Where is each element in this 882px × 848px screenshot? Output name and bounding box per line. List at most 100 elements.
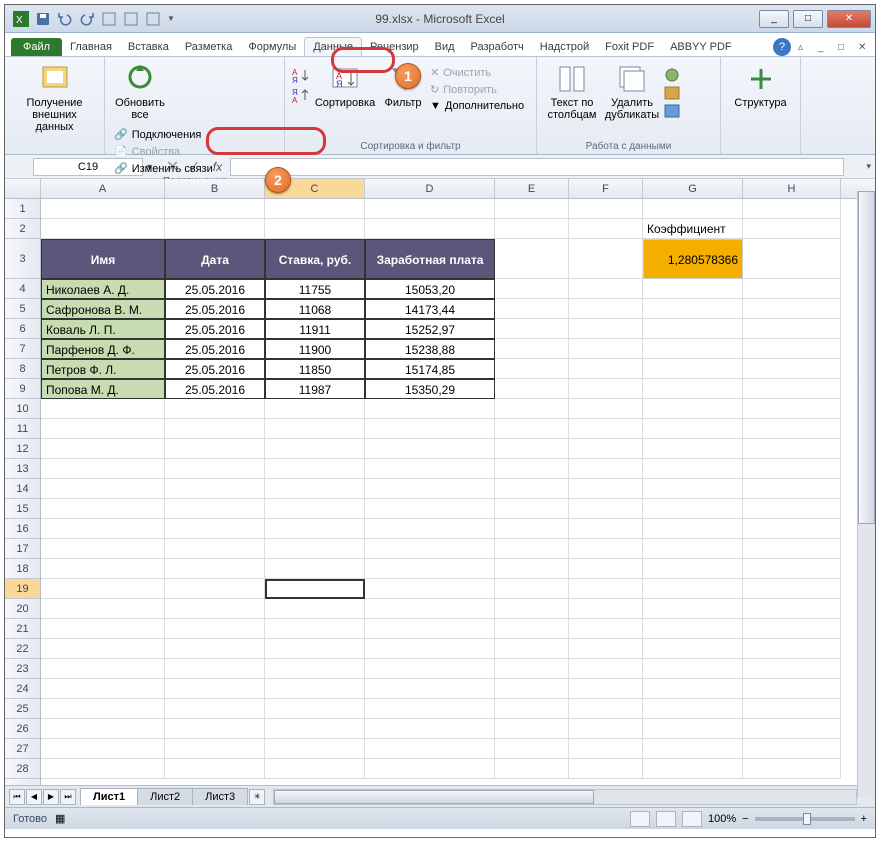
- tab-view[interactable]: Вид: [427, 38, 463, 56]
- tab-review[interactable]: Рецензир: [362, 38, 427, 56]
- row-header-10[interactable]: 10: [5, 399, 40, 419]
- row-header-24[interactable]: 24: [5, 679, 40, 699]
- cells-area[interactable]: Коэффициент1,280578366ИмяДатаСтавка, руб…: [41, 199, 875, 785]
- zoom-knob[interactable]: [803, 813, 811, 825]
- sheet-prev-icon[interactable]: ◀: [26, 789, 42, 805]
- row-header-28[interactable]: 28: [5, 759, 40, 779]
- row-header-2[interactable]: 2: [5, 219, 40, 239]
- sort-button[interactable]: АЯ Сортировка: [311, 61, 379, 111]
- help-icon[interactable]: ?: [773, 38, 791, 56]
- table-cell-8-2[interactable]: 11850: [265, 359, 365, 379]
- table-cell-7-1[interactable]: 25.05.2016: [165, 339, 265, 359]
- row-header-17[interactable]: 17: [5, 539, 40, 559]
- row-header-19[interactable]: 19: [5, 579, 40, 599]
- save-icon[interactable]: [35, 11, 51, 27]
- row-header-6[interactable]: 6: [5, 319, 40, 339]
- row-header-9[interactable]: 9: [5, 379, 40, 399]
- row-header-1[interactable]: 1: [5, 199, 40, 219]
- table-cell-5-3[interactable]: 14173,44: [365, 299, 495, 319]
- row-header-15[interactable]: 15: [5, 499, 40, 519]
- table-header-2[interactable]: Ставка, руб.: [265, 239, 365, 279]
- workbook-restore-icon[interactable]: □: [838, 42, 852, 56]
- select-all-corner[interactable]: [5, 179, 41, 198]
- table-cell-6-1[interactable]: 25.05.2016: [165, 319, 265, 339]
- table-cell-7-0[interactable]: Парфенов Д. Ф.: [41, 339, 165, 359]
- sheet-first-icon[interactable]: ⏮: [9, 789, 25, 805]
- sheet-tab-1[interactable]: Лист1: [80, 788, 138, 805]
- row-header-5[interactable]: 5: [5, 299, 40, 319]
- vscroll-thumb[interactable]: [858, 191, 875, 524]
- sheet-last-icon[interactable]: ⏭: [60, 789, 76, 805]
- col-header-A[interactable]: A: [41, 179, 165, 198]
- coef-label-cell[interactable]: Коэффициент: [643, 219, 743, 239]
- col-header-F[interactable]: F: [569, 179, 643, 198]
- row-header-3[interactable]: 3: [5, 239, 40, 279]
- remove-duplicates-button[interactable]: Удалить дубликаты: [601, 61, 663, 123]
- formula-expand-icon[interactable]: ▾: [866, 161, 871, 172]
- table-cell-5-1[interactable]: 25.05.2016: [165, 299, 265, 319]
- table-cell-9-0[interactable]: Попова М. Д.: [41, 379, 165, 399]
- table-cell-7-2[interactable]: 11900: [265, 339, 365, 359]
- sort-az-button[interactable]: АЯ: [291, 67, 311, 85]
- selected-cell[interactable]: [265, 579, 365, 599]
- row-header-22[interactable]: 22: [5, 639, 40, 659]
- tab-layout[interactable]: Разметка: [177, 38, 241, 56]
- table-cell-7-3[interactable]: 15238,88: [365, 339, 495, 359]
- tab-developer[interactable]: Разработч: [463, 38, 532, 56]
- row-header-7[interactable]: 7: [5, 339, 40, 359]
- col-header-H[interactable]: H: [743, 179, 841, 198]
- coef-value-cell[interactable]: 1,280578366: [643, 239, 743, 279]
- properties-button[interactable]: 📄Свойства: [111, 144, 225, 159]
- tab-foxit[interactable]: Foxit PDF: [597, 38, 662, 56]
- whatif-button[interactable]: [663, 103, 681, 119]
- zoom-level[interactable]: 100%: [708, 813, 736, 825]
- clear-button[interactable]: ✕Очистить: [427, 65, 527, 80]
- redo-icon[interactable]: [79, 11, 95, 27]
- row-header-21[interactable]: 21: [5, 619, 40, 639]
- data-validation-button[interactable]: [663, 67, 681, 83]
- ribbon-minimize-icon[interactable]: ▵: [798, 42, 812, 56]
- table-cell-4-2[interactable]: 11755: [265, 279, 365, 299]
- table-cell-6-2[interactable]: 11911: [265, 319, 365, 339]
- row-header-13[interactable]: 13: [5, 459, 40, 479]
- row-header-12[interactable]: 12: [5, 439, 40, 459]
- tab-addins[interactable]: Надстрой: [532, 38, 597, 56]
- zoom-slider[interactable]: [755, 817, 855, 821]
- table-cell-5-2[interactable]: 11068: [265, 299, 365, 319]
- macro-icon[interactable]: ▦: [55, 812, 65, 825]
- refresh-all-button[interactable]: Обновить все: [111, 61, 169, 123]
- table-cell-9-1[interactable]: 25.05.2016: [165, 379, 265, 399]
- sheet-tab-2[interactable]: Лист2: [137, 788, 193, 805]
- row-header-11[interactable]: 11: [5, 419, 40, 439]
- table-cell-8-1[interactable]: 25.05.2016: [165, 359, 265, 379]
- tab-insert[interactable]: Вставка: [120, 38, 177, 56]
- table-cell-6-0[interactable]: Коваль Л. П.: [41, 319, 165, 339]
- row-header-14[interactable]: 14: [5, 479, 40, 499]
- consolidate-button[interactable]: [663, 85, 681, 101]
- tab-abbyy[interactable]: ABBYY PDF: [662, 38, 740, 56]
- tab-home[interactable]: Главная: [62, 38, 120, 56]
- maximize-button[interactable]: □: [793, 10, 823, 28]
- table-header-0[interactable]: Имя: [41, 239, 165, 279]
- table-cell-9-3[interactable]: 15350,29: [365, 379, 495, 399]
- table-header-3[interactable]: Заработная плата: [365, 239, 495, 279]
- row-header-18[interactable]: 18: [5, 559, 40, 579]
- sort-za-button[interactable]: ЯА: [291, 87, 311, 105]
- get-external-data-button[interactable]: Получение внешних данных: [11, 61, 98, 135]
- qat-dropdown-icon[interactable]: ▼: [167, 14, 175, 23]
- tab-file[interactable]: Файл: [11, 38, 62, 56]
- zoom-in-icon[interactable]: +: [861, 813, 867, 825]
- minimize-button[interactable]: _: [759, 10, 789, 28]
- sheet-next-icon[interactable]: ▶: [43, 789, 59, 805]
- new-sheet-icon[interactable]: ✳: [249, 789, 265, 805]
- row-header-27[interactable]: 27: [5, 739, 40, 759]
- tab-data[interactable]: Данные: [304, 37, 362, 56]
- table-cell-4-3[interactable]: 15053,20: [365, 279, 495, 299]
- reapply-button[interactable]: ↻Повторить: [427, 82, 527, 97]
- undo-icon[interactable]: [57, 11, 73, 27]
- col-header-B[interactable]: B: [165, 179, 265, 198]
- structure-button[interactable]: Структура: [730, 61, 790, 111]
- edit-links-button[interactable]: 🔗Изменить связи: [111, 161, 225, 176]
- horizontal-scrollbar[interactable]: [273, 789, 857, 805]
- row-header-8[interactable]: 8: [5, 359, 40, 379]
